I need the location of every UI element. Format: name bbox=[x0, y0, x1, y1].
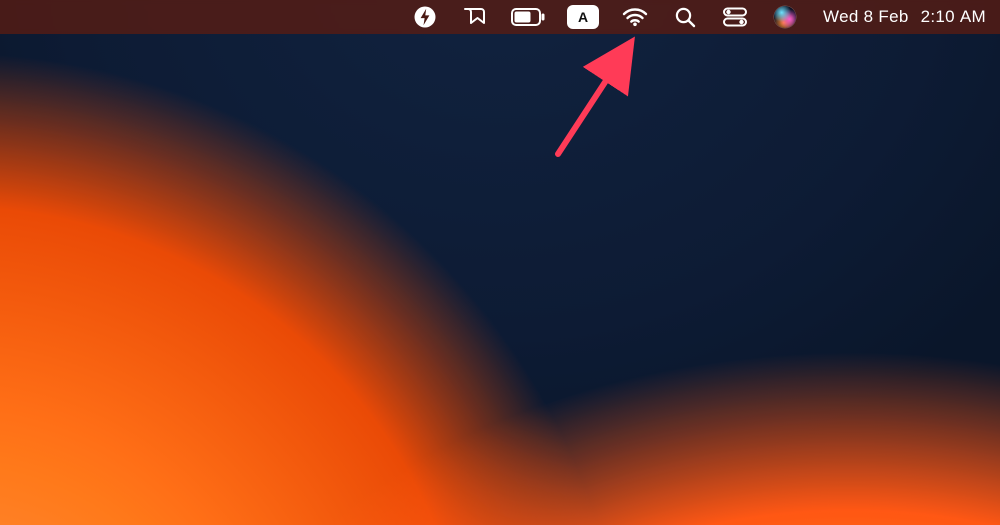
search-icon[interactable] bbox=[671, 0, 699, 34]
menu-bar: A Wed 8 Feb 2:10 AM bbox=[0, 0, 1000, 34]
desktop-wallpaper bbox=[0, 0, 1000, 525]
wifi-icon[interactable] bbox=[621, 0, 649, 34]
bookmark-outline-icon[interactable] bbox=[461, 0, 489, 34]
bolt-circle-icon[interactable] bbox=[411, 0, 439, 34]
control-center-icon[interactable] bbox=[721, 0, 749, 34]
menu-bar-datetime[interactable]: Wed 8 Feb 2:10 AM bbox=[821, 0, 986, 34]
siri-icon[interactable] bbox=[771, 0, 799, 34]
battery-icon[interactable] bbox=[511, 0, 545, 34]
menu-bar-time: 2:10 AM bbox=[921, 7, 986, 27]
input-source-icon[interactable]: A bbox=[567, 0, 599, 34]
input-source-letter: A bbox=[578, 9, 588, 25]
menu-bar-date: Wed 8 Feb bbox=[823, 7, 909, 27]
